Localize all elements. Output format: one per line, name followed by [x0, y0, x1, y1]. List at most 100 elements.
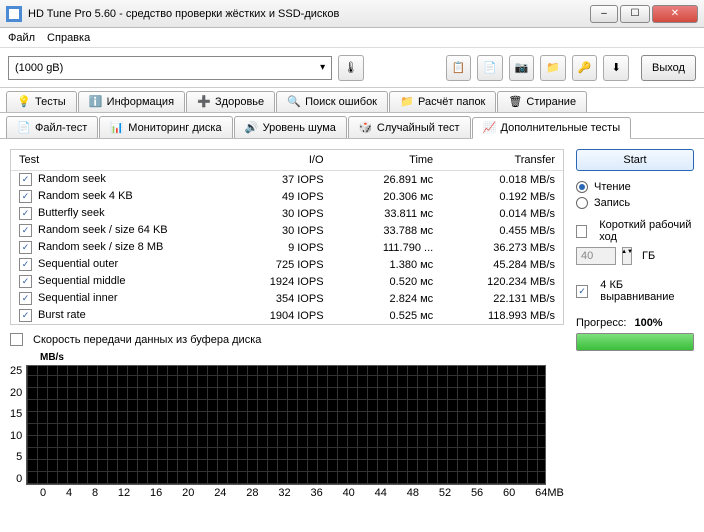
short-stroke-label: Короткий рабочий ход [599, 219, 694, 243]
buffer-checkbox[interactable] [10, 333, 23, 346]
tab-info[interactable]: ℹ️Информация [78, 91, 185, 112]
x-tick: 8 [92, 487, 98, 499]
tab-tests[interactable]: 💡Тесты [6, 91, 77, 112]
menu-file[interactable]: Файл [8, 32, 35, 44]
tab-label: Уровень шума [263, 122, 336, 134]
table-row: ✓Sequential outer725 IOPS1.380 мс45.284 … [11, 256, 563, 273]
row-checkbox[interactable]: ✓ [19, 173, 32, 186]
tab-filetest[interactable]: 📄Файл-тест [6, 116, 98, 138]
io-value: 1924 IOPS [214, 276, 324, 288]
align-label: 4 КБ выравнивание [600, 279, 694, 303]
start-button[interactable]: Start [576, 149, 694, 171]
table-row: ✓Random seek 4 KB49 IOPS20.306 мс0.192 M… [11, 188, 563, 205]
time-value: 111.790 ... [324, 242, 434, 254]
row-checkbox[interactable]: ✓ [19, 292, 32, 305]
col-time[interactable]: Time [324, 154, 434, 166]
menu-help[interactable]: Справка [47, 32, 90, 44]
tab-label: Стирание [526, 96, 576, 108]
copy-info-button[interactable]: 📋 [446, 55, 472, 81]
write-radio-row: Запись [576, 197, 694, 209]
maximize-button[interactable]: ☐ [620, 5, 650, 23]
align-checkbox[interactable]: ✓ [576, 285, 588, 298]
save-button[interactable]: 📁 [540, 55, 566, 81]
drive-select-value: (1000 gB) [15, 62, 63, 74]
thermometer-icon: 🌡 [344, 61, 358, 74]
health-icon: ➕ [197, 95, 211, 109]
col-io[interactable]: I/O [214, 154, 324, 166]
x-tick: 24 [214, 487, 226, 499]
transfer-value: 120.234 MB/s [433, 276, 555, 288]
stroke-size-row: 40 ▲▼ ГБ [576, 247, 694, 265]
minimize-tray-button[interactable]: ⬇ [603, 55, 629, 81]
col-transfer[interactable]: Transfer [433, 154, 555, 166]
diskmon-icon: 📊 [110, 121, 124, 135]
chart: MB/s 2520151050 048121620242832364044485… [10, 354, 564, 499]
titlebar: HD Tune Pro 5.60 - средство проверки жёс… [0, 0, 704, 28]
x-tick: 64MB [535, 487, 564, 499]
align-row: ✓ 4 КБ выравнивание [576, 279, 694, 303]
progress-bar [576, 333, 694, 351]
exit-button[interactable]: Выход [641, 55, 696, 81]
folder-icon: 📁 [546, 61, 560, 74]
test-name: Sequential middle [38, 275, 125, 287]
row-checkbox[interactable]: ✓ [19, 241, 32, 254]
time-value: 33.788 мс [324, 225, 434, 237]
tab-label: Случайный тест [377, 122, 460, 134]
tab-random[interactable]: 🎲 Случайный тест [348, 116, 471, 138]
transfer-value: 22.131 MB/s [433, 293, 555, 305]
row-checkbox[interactable]: ✓ [19, 309, 32, 322]
short-stroke-checkbox[interactable] [576, 225, 587, 238]
x-tick: 12 [118, 487, 130, 499]
screenshot-button[interactable]: 📷 [509, 55, 535, 81]
y-tick: 25 [10, 365, 22, 377]
chart-ylabel: MB/s [40, 352, 594, 363]
copy-text-button[interactable]: 📄 [477, 55, 503, 81]
row-checkbox[interactable]: ✓ [19, 275, 32, 288]
col-test[interactable]: Test [19, 154, 214, 166]
close-button[interactable]: ✕ [652, 5, 698, 23]
camera-icon: 📷 [515, 61, 529, 74]
minimize-button[interactable]: – [590, 5, 618, 23]
tab-folder[interactable]: 📁Расчёт папок [389, 91, 496, 112]
buffer-row: Скорость передачи данных из буфера диска [10, 333, 564, 346]
row-checkbox[interactable]: ✓ [19, 190, 32, 203]
time-value: 1.380 мс [324, 259, 434, 271]
time-value: 0.525 мс [324, 310, 434, 322]
io-value: 30 IOPS [214, 225, 324, 237]
drive-select[interactable]: (1000 gB) [8, 56, 332, 80]
read-radio[interactable] [576, 181, 588, 193]
row-checkbox[interactable]: ✓ [19, 224, 32, 237]
options-button[interactable]: 🔑 [572, 55, 598, 81]
tab-errscan[interactable]: 🔍Поиск ошибок [276, 91, 388, 112]
temperature-button[interactable]: 🌡 [338, 55, 364, 81]
read-label: Чтение [594, 181, 631, 193]
info-icon: ℹ️ [89, 95, 103, 109]
stroke-spinner: ▲▼ [622, 247, 632, 265]
tabs-row-1: 💡Тестыℹ️Информация➕Здоровье🔍Поиск ошибок… [0, 88, 704, 113]
transfer-value: 0.192 MB/s [433, 191, 555, 203]
x-axis: 0481216202428323640444852566064MB [10, 485, 564, 499]
write-radio[interactable] [576, 197, 588, 209]
progress-value: 100% [634, 317, 662, 329]
toolbar: (1000 gB) 🌡 📋 📄 📷 📁 🔑 ⬇ Выход [0, 48, 704, 88]
tab-extra[interactable]: 📈Дополнительные тесты [472, 117, 632, 139]
left-panel: Test I/O Time Transfer ✓Random seek37 IO… [10, 149, 564, 499]
table-row: ✓Random seek37 IOPS26.891 мс0.018 MB/s [11, 171, 563, 188]
tab-diskmon[interactable]: 📊 Мониторинг диска [99, 116, 232, 138]
random-icon: 🎲 [359, 121, 373, 135]
row-checkbox[interactable]: ✓ [19, 258, 32, 271]
table-row: ✓Burst rate1904 IOPS0.525 мс118.993 MB/s [11, 307, 563, 324]
window-buttons: – ☐ ✕ [588, 5, 698, 23]
arrow-down-icon: ⬇ [612, 61, 621, 74]
tab-label: Файл-тест [35, 122, 87, 134]
row-checkbox[interactable]: ✓ [19, 207, 32, 220]
io-value: 30 IOPS [214, 208, 324, 220]
y-tick: 20 [10, 387, 22, 399]
x-tick: 44 [375, 487, 387, 499]
tab-health[interactable]: ➕Здоровье [186, 91, 275, 112]
tab-erase[interactable]: 🗑Стирание [497, 91, 587, 112]
tab-label: Мониторинг диска [128, 122, 221, 134]
test-name: Butterfly seek [38, 207, 105, 219]
chart-plot [26, 365, 546, 485]
tab-aam[interactable]: 🔊Уровень шума [234, 116, 347, 138]
